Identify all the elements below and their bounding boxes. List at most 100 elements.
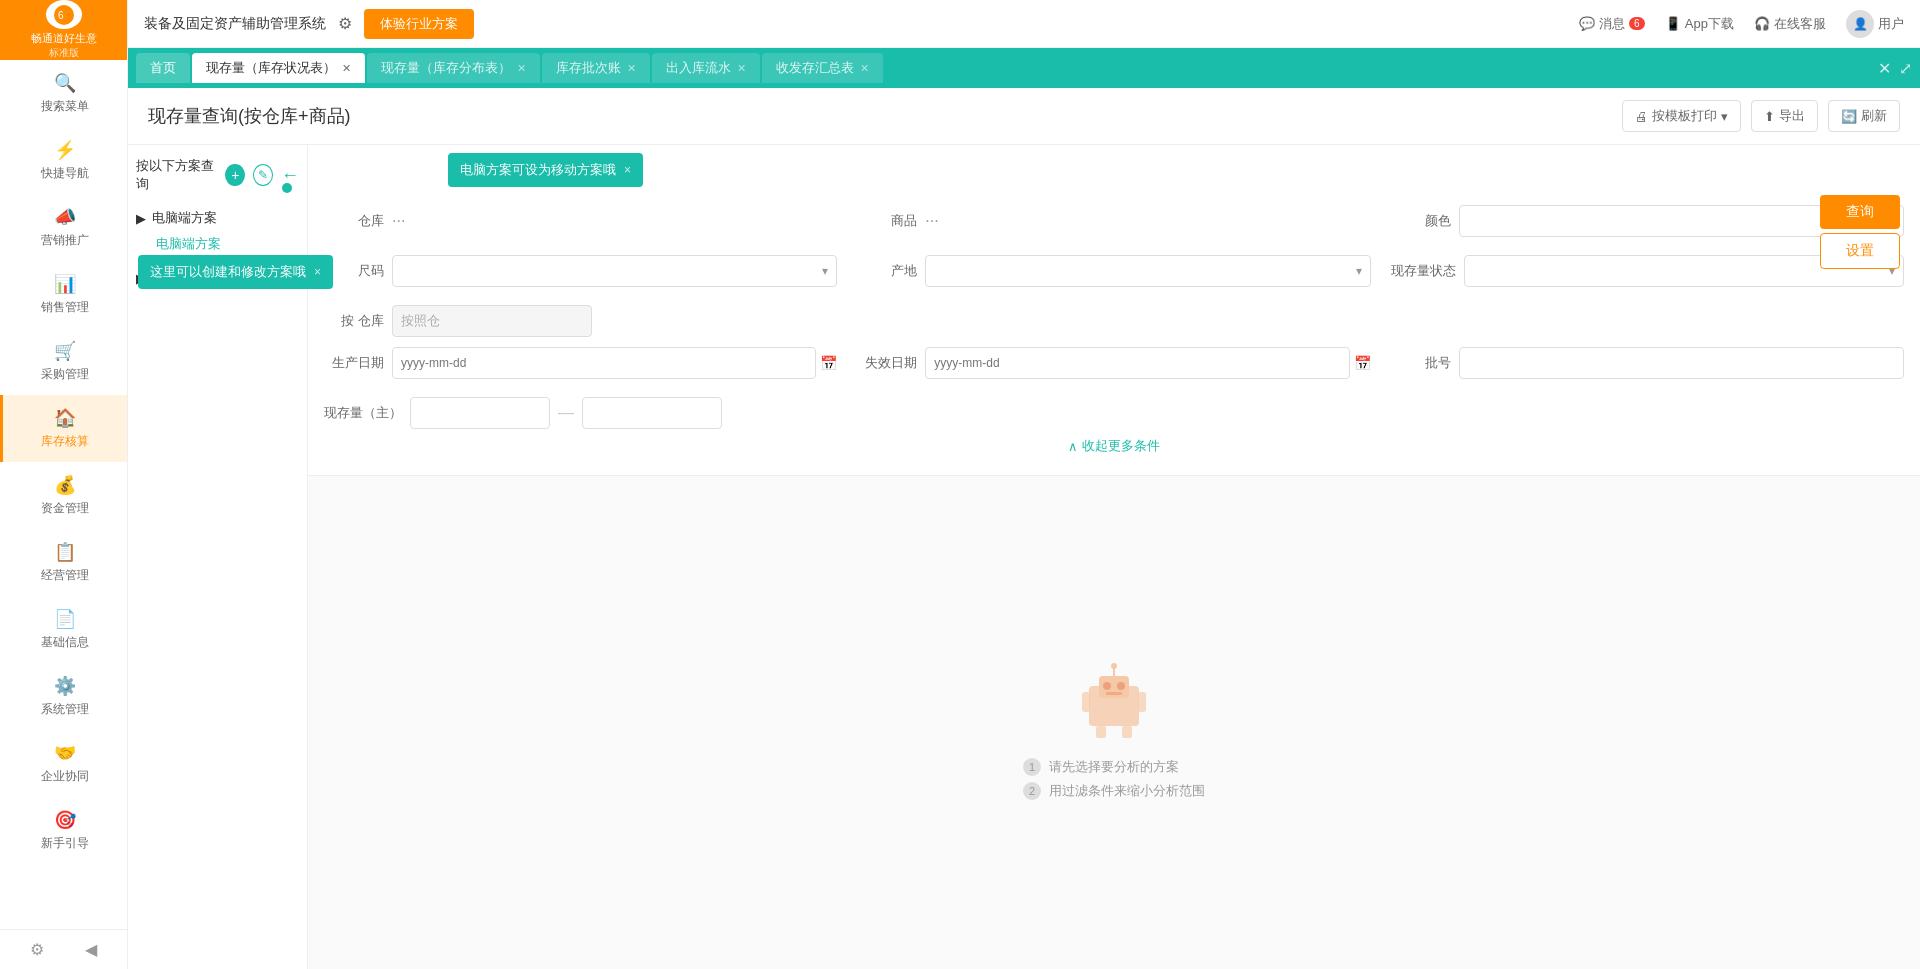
sidebar-item-search[interactable]: 🔍 搜索菜单 bbox=[0, 60, 127, 127]
expand-btn[interactable]: ⤢ bbox=[1899, 59, 1912, 78]
filter-row-1: 仓库 ··· 商品 ··· 颜色 ▾ bbox=[324, 205, 1904, 245]
filter-add-btn[interactable]: + bbox=[225, 164, 245, 186]
goods-dots[interactable]: ··· bbox=[925, 212, 938, 230]
tooltip2-close[interactable]: × bbox=[314, 265, 321, 279]
logo-icon: 6 bbox=[46, 0, 82, 29]
search-icon: 🔍 bbox=[54, 72, 76, 94]
desktop-scheme-section: ▶ 电脑端方案 电脑端方案 bbox=[136, 205, 299, 257]
tab-in-out-flow-label: 出入库流水 bbox=[666, 59, 731, 77]
trial-btn[interactable]: 体验行业方案 bbox=[364, 9, 474, 39]
svg-rect-6 bbox=[1106, 692, 1122, 695]
origin-label: 产地 bbox=[857, 262, 917, 280]
size-select[interactable]: ▾ bbox=[392, 255, 837, 287]
app-download-item[interactable]: 📱 App下载 bbox=[1665, 15, 1734, 33]
tab-inventory-dist[interactable]: 现存量（库存分布表） ✕ bbox=[367, 53, 540, 83]
tabs-bar: 首页 现存量（库存状况表） ✕ 现存量（库存分布表） ✕ 库存批次账 ✕ 出入库… bbox=[128, 48, 1920, 88]
tab-collect-summary-close[interactable]: ✕ bbox=[860, 62, 869, 75]
tab-batch-ledger[interactable]: 库存批次账 ✕ bbox=[542, 53, 650, 83]
tab-batch-ledger-close[interactable]: ✕ bbox=[627, 62, 636, 75]
filter-edit-btn[interactable]: ✎ bbox=[253, 164, 273, 186]
filter-origin: 产地 ▾ bbox=[857, 255, 1370, 287]
right-content: 电脑方案可设为移动方案哦 × 仓库 ··· 商品 ··· bbox=[308, 145, 1920, 969]
svg-point-4 bbox=[1103, 682, 1111, 690]
sidebar-label-inventory: 库存核算 bbox=[41, 433, 89, 450]
sidebar-item-sales[interactable]: 📊 销售管理 bbox=[0, 261, 127, 328]
filter-row-5: 现存量（主） — bbox=[324, 397, 1904, 429]
sidebar-item-operations[interactable]: 📋 经营管理 bbox=[0, 529, 127, 596]
expiry-date-label: 失效日期 bbox=[857, 354, 917, 372]
settings-footer-btn[interactable]: ⚙ bbox=[30, 940, 44, 959]
warehouse-by-input[interactable]: 按照仓 bbox=[392, 305, 592, 337]
sidebar: 6 畅通道好生意 标准版 🔍 搜索菜单 ⚡ 快捷导航 📣 营销推广 📊 销售管理… bbox=[0, 0, 128, 969]
sidebar-item-marketing[interactable]: 📣 营销推广 bbox=[0, 194, 127, 261]
desktop-scheme-label: 电脑端方案 bbox=[152, 209, 217, 227]
print-btn[interactable]: 🖨 按模板打印 ▾ bbox=[1622, 100, 1741, 132]
tooltip-mobile: 电脑方案可设为移动方案哦 × bbox=[448, 153, 643, 187]
empty-hint-2: 2 用过滤条件来缩小分析范围 bbox=[1023, 782, 1205, 800]
sidebar-item-enterprise[interactable]: 🤝 企业协同 bbox=[0, 730, 127, 797]
refresh-btn[interactable]: 🔄 刷新 bbox=[1828, 100, 1900, 132]
close-all-tabs-btn[interactable]: ✕ bbox=[1878, 59, 1891, 78]
collapse-sidebar-btn[interactable]: ◀ bbox=[85, 940, 97, 959]
expiry-date-from-cal-icon[interactable]: 📅 bbox=[1354, 355, 1371, 371]
prod-date-label: 生产日期 bbox=[324, 354, 384, 372]
origin-select[interactable]: ▾ bbox=[925, 255, 1370, 287]
color-label: 颜色 bbox=[1391, 212, 1451, 230]
user-item[interactable]: 👤 用户 bbox=[1846, 10, 1904, 38]
set-btn[interactable]: 设置 bbox=[1820, 233, 1900, 269]
sidebar-label-newbie: 新手引导 bbox=[41, 835, 89, 852]
tab-collect-summary[interactable]: 收发存汇总表 ✕ bbox=[762, 53, 883, 83]
expiry-date-from-input[interactable] bbox=[925, 347, 1349, 379]
refresh-label: 刷新 bbox=[1861, 107, 1887, 125]
svg-point-0 bbox=[54, 5, 74, 25]
sidebar-item-inventory[interactable]: 🏠 库存核算 bbox=[0, 395, 127, 462]
filter-batch: 批号 bbox=[1391, 347, 1904, 379]
empty-hints: 1 请先选择要分析的方案 2 用过滤条件来缩小分析范围 bbox=[1023, 758, 1205, 800]
logo-sub: 标准版 bbox=[49, 46, 79, 60]
btn-group: 查询 设置 bbox=[1820, 195, 1900, 269]
support-item[interactable]: 🎧 在线客服 bbox=[1754, 15, 1826, 33]
prod-date-from-cal-icon[interactable]: 📅 bbox=[820, 355, 837, 371]
desktop-scheme-item[interactable]: 电脑端方案 bbox=[156, 231, 299, 257]
print-icon: 🖨 bbox=[1635, 109, 1648, 124]
svg-point-5 bbox=[1117, 682, 1125, 690]
stock-main-from-input[interactable] bbox=[410, 397, 550, 429]
message-badge: 6 bbox=[1629, 17, 1645, 30]
tab-inventory-status-label: 现存量（库存状况表） bbox=[206, 59, 336, 77]
tab-in-out-flow[interactable]: 出入库流水 ✕ bbox=[652, 53, 760, 83]
tab-inventory-dist-close[interactable]: ✕ bbox=[517, 62, 526, 75]
search-btn[interactable]: 查询 bbox=[1820, 195, 1900, 229]
user-label: 用户 bbox=[1878, 15, 1904, 33]
sidebar-item-basic[interactable]: 📄 基础信息 bbox=[0, 596, 127, 663]
collapse-bar[interactable]: ∧ 收起更多条件 bbox=[324, 429, 1904, 463]
filter-row-4: 生产日期 📅 失效日期 📅 批号 bbox=[324, 347, 1904, 387]
tab-in-out-flow-close[interactable]: ✕ bbox=[737, 62, 746, 75]
filter-row-3: 按 仓库 按照仓 bbox=[324, 305, 1904, 337]
warehouse-label: 仓库 bbox=[324, 212, 384, 230]
tooltip1-close[interactable]: × bbox=[624, 163, 631, 177]
header-left: 装备及固定资产辅助管理系统 ⚙ 体验行业方案 bbox=[144, 9, 474, 39]
prod-date-from-input[interactable] bbox=[392, 347, 816, 379]
app-label: App下载 bbox=[1685, 15, 1734, 33]
tab-home[interactable]: 首页 bbox=[136, 53, 190, 83]
tab-inventory-status-close[interactable]: ✕ bbox=[342, 62, 351, 75]
settings-btn[interactable]: ⚙ bbox=[338, 14, 352, 33]
stock-main-to-input[interactable] bbox=[582, 397, 722, 429]
sidebar-item-quick-nav[interactable]: ⚡ 快捷导航 bbox=[0, 127, 127, 194]
tab-collect-summary-label: 收发存汇总表 bbox=[776, 59, 854, 77]
message-item[interactable]: 💬 消息 6 bbox=[1579, 15, 1645, 33]
warehouse-dots[interactable]: ··· bbox=[392, 212, 405, 230]
print-chevron: ▾ bbox=[1721, 109, 1728, 124]
desktop-scheme-item-label: 电脑端方案 bbox=[156, 235, 221, 253]
tab-inventory-status[interactable]: 现存量（库存状况表） ✕ bbox=[192, 53, 365, 83]
sidebar-item-finance[interactable]: 💰 资金管理 bbox=[0, 462, 127, 529]
desktop-scheme-toggle[interactable]: ▶ 电脑端方案 bbox=[136, 205, 299, 231]
sidebar-item-newbie[interactable]: 🎯 新手引导 bbox=[0, 797, 127, 864]
sidebar-item-purchase[interactable]: 🛒 采购管理 bbox=[0, 328, 127, 395]
sidebar-item-system[interactable]: ⚙️ 系统管理 bbox=[0, 663, 127, 730]
basic-icon: 📄 bbox=[54, 608, 76, 630]
batch-input[interactable] bbox=[1459, 347, 1904, 379]
svg-rect-11 bbox=[1096, 726, 1106, 738]
export-btn[interactable]: ⬆ 导出 bbox=[1751, 100, 1818, 132]
filter-back-btn[interactable]: ← bbox=[281, 165, 299, 186]
